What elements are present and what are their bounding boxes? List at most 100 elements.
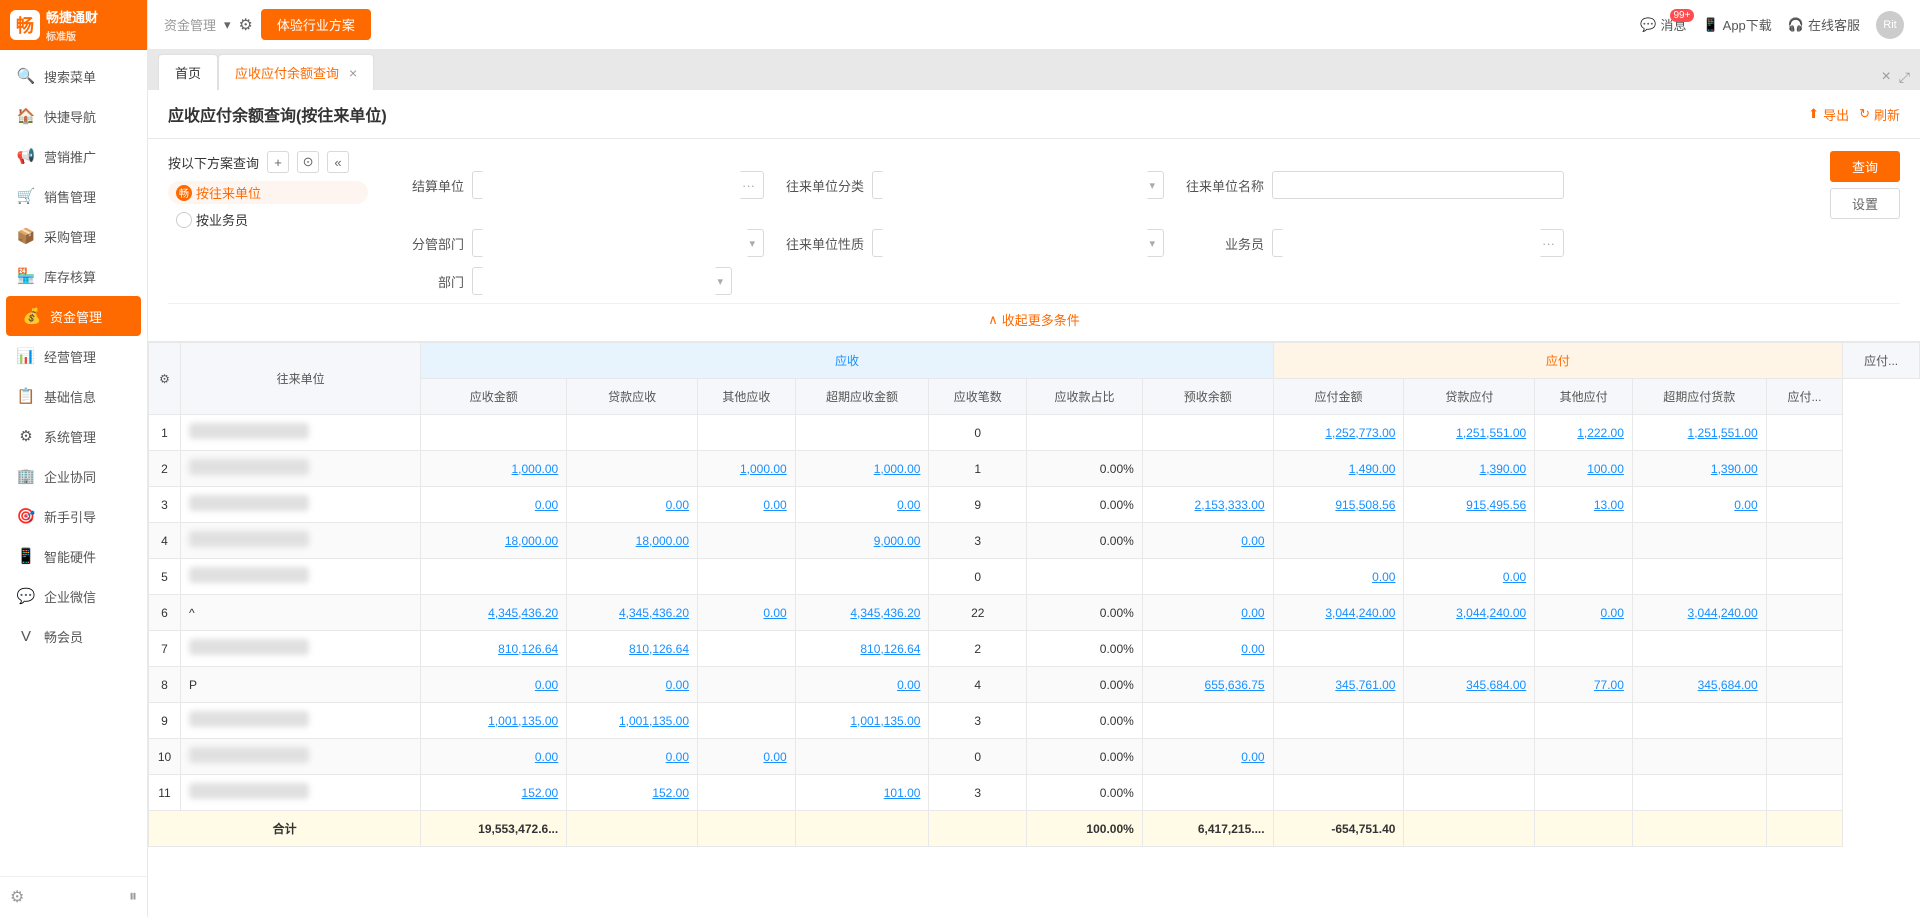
partner-cell <box>181 703 421 739</box>
refresh-label: 刷新 <box>1874 105 1900 124</box>
filter-settings-btn[interactable]: 设置 <box>1830 188 1900 219</box>
sidebar-item-system[interactable]: ⚙系统管理 <box>0 416 147 456</box>
field-partner-nature-label: 往来单位性质 <box>784 234 864 253</box>
table-row: 7810,126.64810,126.64810,126.6420.00%0.0… <box>149 631 1920 667</box>
scheme-options: 畅 按往来单位 按业务员 <box>168 181 368 231</box>
message-btn[interactable]: 💬 消息 99+ <box>1640 15 1686 34</box>
sidebar-item-quick-nav[interactable]: 🏠快捷导航 <box>0 96 147 136</box>
col-ar-credit: 贷款应收 <box>567 379 698 415</box>
partner-cell <box>181 631 421 667</box>
partner-cell <box>181 775 421 811</box>
partner-cell: P <box>181 667 421 703</box>
sidebar-label-member: 畅会员 <box>44 627 83 646</box>
sidebar-item-member[interactable]: V 畅会员 <box>0 616 147 656</box>
sales-icon: 🛒 <box>16 186 36 206</box>
scheme-title: 按以下方案查询 <box>168 153 259 172</box>
sidebar-item-corp-collab[interactable]: 🏢企业协同 <box>0 456 147 496</box>
total-ar-other <box>698 811 796 847</box>
download-icon: 📱 <box>1702 17 1718 33</box>
tab-ar-ap[interactable]: 应收应付余额查询 × <box>218 54 374 90</box>
sidebar-item-purchase[interactable]: 📦采购管理 <box>0 216 147 256</box>
logo-icon: 畅 <box>10 10 40 40</box>
settings-footer-icon[interactable]: ⚙ <box>10 887 24 907</box>
sidebar-label-warehouse: 库存核算 <box>44 267 96 286</box>
scheme-back-btn[interactable]: « <box>327 151 349 173</box>
table-row: 11152.00152.00101.0030.00% <box>149 775 1920 811</box>
breadcrumb: 资金管理 <box>164 15 216 34</box>
dept-mgr-input[interactable] <box>481 229 749 257</box>
main-area: 资金管理 ▾ ⚙ 体验行业方案 💬 消息 99+ 📱 App下载 🎧 在线客服 <box>148 0 1920 917</box>
service-icon: 🎧 <box>1788 17 1804 33</box>
maximize-btn[interactable]: ⤢ <box>1899 69 1910 86</box>
total-label: 合计 <box>149 811 421 847</box>
sidebar-item-corp-wechat[interactable]: 💬企业微信 <box>0 576 147 616</box>
col-settings[interactable]: ⚙ <box>149 343 181 415</box>
col-ar-amount: 应收金额 <box>421 379 567 415</box>
sidebar-item-operations[interactable]: 📊经营管理 <box>0 336 147 376</box>
total-ar-ratio: 100.00% <box>1027 811 1143 847</box>
topbar-gear-icon[interactable]: ⚙ <box>239 15 253 35</box>
close-window-btn[interactable]: × <box>1881 68 1890 86</box>
field-partner-name: 往来单位名称 <box>1184 171 1564 199</box>
data-table-container: ⚙ 往来单位 应收 应付 应付... 应收金额 贷款应收 其他应收 超期应收金额… <box>148 342 1920 917</box>
sidebar-item-base-info[interactable]: 📋基础信息 <box>0 376 147 416</box>
scheme-salesperson-label: 按业务员 <box>196 210 248 229</box>
table-row: 21,000.001,000.001,000.0010.00%1,490.001… <box>149 451 1920 487</box>
settlement-unit-input[interactable] <box>481 171 742 199</box>
partner-nature-input[interactable] <box>881 229 1149 257</box>
field-partner-category: 往来单位分类 ▾ <box>784 171 1164 199</box>
table-row: 91,001,135.001,001,135.001,001,135.0030.… <box>149 703 1920 739</box>
tab-home[interactable]: 首页 <box>158 54 218 90</box>
member-icon: V <box>16 626 36 646</box>
sidebar-footer: ⚙ ⏸ <box>0 876 147 917</box>
collapse-sidebar-icon[interactable]: ⏸ <box>129 888 137 906</box>
sidebar-item-finance[interactable]: 💰资金管理 <box>6 296 141 336</box>
dept-mgr-dropdown: ▾ <box>749 237 755 250</box>
export-btn[interactable]: ⬆ 导出 <box>1808 105 1849 124</box>
partner-cell <box>181 739 421 775</box>
partner-cell <box>181 487 421 523</box>
sidebar-item-smart-hw[interactable]: 📱智能硬件 <box>0 536 147 576</box>
sidebar-label-beginner: 新手引导 <box>44 507 96 526</box>
field-settlement-label: 结算单位 <box>384 176 464 195</box>
partner-category-input[interactable] <box>881 171 1149 199</box>
sidebar-item-warehouse[interactable]: 🏪库存核算 <box>0 256 147 296</box>
brand-name: 畅捷通财 <box>46 7 98 26</box>
scheme-option-partner[interactable]: 畅 按往来单位 <box>168 181 368 204</box>
collapse-filter-btn[interactable]: ∧ 收起更多条件 <box>988 310 1080 329</box>
topbar-dropdown[interactable]: ▾ <box>224 17 231 33</box>
col-ap-suffix: 应付... <box>1766 379 1843 415</box>
col-ar-other: 其他应收 <box>698 379 796 415</box>
field-dept: 部门 ▾ <box>384 267 764 295</box>
content-area: 应收应付余额查询(按往来单位) ⬆ 导出 ↻ 刷新 <box>148 90 1920 917</box>
refresh-btn[interactable]: ↻ 刷新 <box>1859 105 1900 124</box>
partner-name-input[interactable] <box>1272 171 1564 199</box>
user-avatar[interactable]: Rit <box>1876 11 1904 39</box>
base-info-icon: 📋 <box>16 386 36 406</box>
sidebar-label-search-menu: 搜索菜单 <box>44 67 96 86</box>
system-icon: ⚙ <box>16 426 36 446</box>
page-header: 应收应付余额查询(按往来单位) ⬆ 导出 ↻ 刷新 <box>148 90 1920 139</box>
query-btn[interactable]: 查询 <box>1830 151 1900 182</box>
total-ap-amount: -654,751.40 <box>1273 811 1404 847</box>
table-settings-icon[interactable]: ⚙ <box>159 372 170 386</box>
sidebar-item-sales[interactable]: 🛒销售管理 <box>0 176 147 216</box>
tab-close-btn[interactable]: × <box>349 65 357 81</box>
partner-cell: ^ <box>181 595 421 631</box>
col-ar-overdue: 超期应收金额 <box>795 379 929 415</box>
sidebar-item-search-menu[interactable]: 🔍搜索菜单 <box>0 56 147 96</box>
dept-input[interactable] <box>481 267 717 295</box>
message-badge: 99+ <box>1670 9 1695 22</box>
field-dept-label: 部门 <box>384 272 464 291</box>
sidebar-item-marketing[interactable]: 📢营销推广 <box>0 136 147 176</box>
scheme-option-salesperson[interactable]: 按业务员 <box>168 208 368 231</box>
promo-button[interactable]: 体验行业方案 <box>261 9 371 40</box>
scheme-settings-btn[interactable]: ⊙ <box>297 151 319 173</box>
collapse-label: 收起更多条件 <box>1002 310 1080 329</box>
sidebar-item-beginner[interactable]: 🎯新手引导 <box>0 496 147 536</box>
salesperson-input[interactable] <box>1281 229 1542 257</box>
app-download-btn[interactable]: 📱 App下载 <box>1702 15 1771 34</box>
online-service-btn[interactable]: 🎧 在线客服 <box>1788 15 1860 34</box>
field-partner-name-label: 往来单位名称 <box>1184 176 1264 195</box>
add-scheme-btn[interactable]: + <box>267 151 289 173</box>
